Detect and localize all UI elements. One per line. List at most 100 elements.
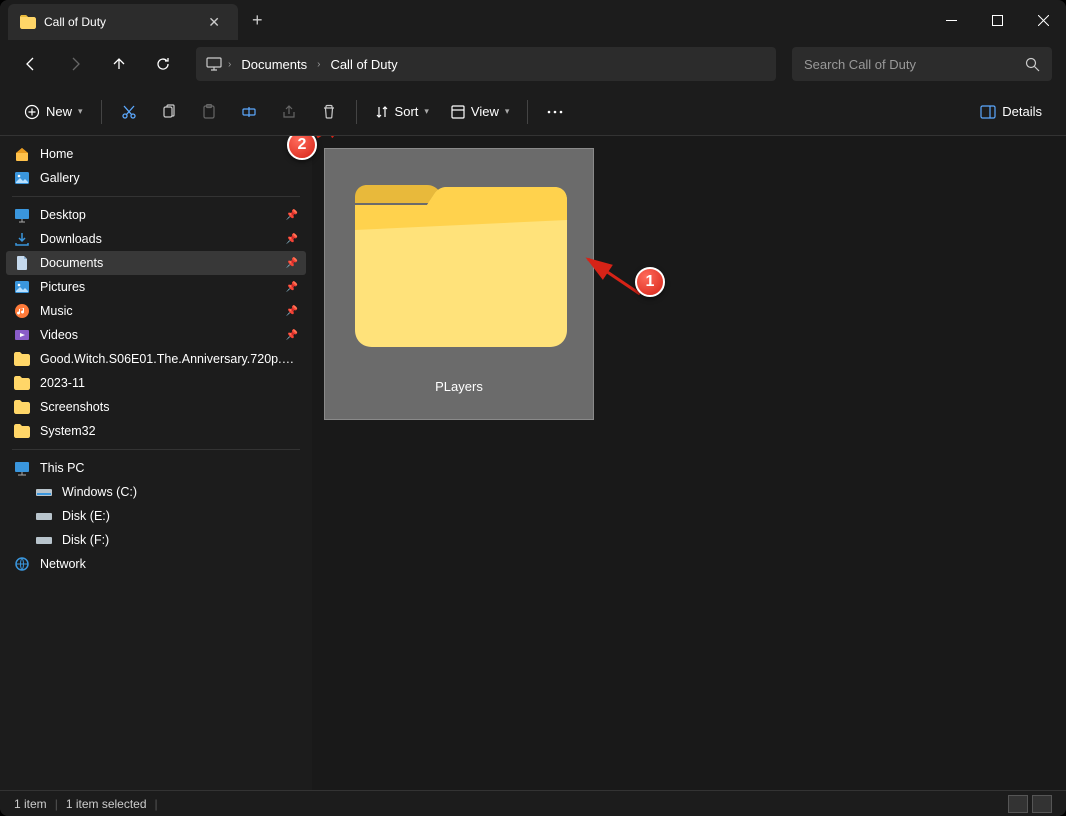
pin-icon: 📌 xyxy=(286,330,298,341)
network-icon xyxy=(14,556,30,572)
sidebar-item-gallery[interactable]: Gallery xyxy=(0,166,312,190)
close-button[interactable] xyxy=(1020,0,1066,40)
pin-icon: 📌 xyxy=(286,258,298,269)
chevron-down-icon: ▾ xyxy=(505,106,510,117)
pictures-icon xyxy=(14,279,30,295)
annotation-badge-2: 2 xyxy=(287,136,317,160)
new-label: New xyxy=(46,104,72,119)
folder-icon xyxy=(14,423,30,439)
pin-icon: 📌 xyxy=(286,234,298,245)
status-count: 1 item xyxy=(14,797,47,811)
sidebar-item-drive-e[interactable]: Disk (E:) xyxy=(0,504,312,528)
maximize-button[interactable] xyxy=(974,0,1020,40)
scissors-icon xyxy=(121,104,137,120)
sidebar-item-documents[interactable]: Documents 📌 xyxy=(6,251,306,275)
divider xyxy=(12,449,300,450)
status-selected: 1 item selected xyxy=(66,797,147,811)
sidebar-item-home[interactable]: Home xyxy=(0,142,312,166)
share-button[interactable] xyxy=(270,95,308,129)
back-button[interactable] xyxy=(14,47,48,81)
sort-label: Sort xyxy=(395,104,419,119)
content-area[interactable]: PLayers 1 2 xyxy=(312,136,1066,790)
view-list-button[interactable] xyxy=(1008,795,1028,813)
navigation-bar: › Documents › Call of Duty xyxy=(0,40,1066,88)
minimize-button[interactable] xyxy=(928,0,974,40)
sidebar-item-drive-f[interactable]: Disk (F:) xyxy=(0,528,312,552)
sort-button[interactable]: Sort ▾ xyxy=(365,95,439,129)
up-button[interactable] xyxy=(102,47,136,81)
view-button[interactable]: View ▾ xyxy=(441,95,519,129)
videos-icon xyxy=(14,327,30,343)
pin-icon: 📌 xyxy=(286,306,298,317)
share-icon xyxy=(281,104,297,120)
divider xyxy=(356,100,357,124)
chevron-down-icon: ▾ xyxy=(78,106,83,117)
folder-item-players[interactable]: PLayers xyxy=(324,148,594,420)
divider xyxy=(12,196,300,197)
sidebar-item-videos[interactable]: Videos 📌 xyxy=(0,323,312,347)
navigation-sidebar: Home Gallery Desktop 📌 Downloads 📌 Docum… xyxy=(0,136,312,790)
chevron-down-icon: ▾ xyxy=(424,106,429,117)
home-icon xyxy=(14,146,30,162)
address-bar[interactable]: › Documents › Call of Duty xyxy=(196,47,776,81)
sidebar-item-thispc[interactable]: This PC xyxy=(0,456,312,480)
sort-icon xyxy=(375,105,389,119)
sidebar-item-folder[interactable]: System32 xyxy=(0,419,312,443)
copy-button[interactable] xyxy=(150,95,188,129)
sidebar-item-folder[interactable]: 2023-11 xyxy=(0,371,312,395)
sidebar-item-music[interactable]: Music 📌 xyxy=(0,299,312,323)
breadcrumb-documents[interactable]: Documents xyxy=(237,55,311,74)
sidebar-item-drive-c[interactable]: Windows (C:) xyxy=(0,480,312,504)
search-input[interactable] xyxy=(804,57,1025,72)
more-button[interactable] xyxy=(536,95,574,129)
details-button[interactable]: Details xyxy=(970,95,1052,129)
new-tab-button[interactable]: + xyxy=(238,10,277,31)
folder-icon xyxy=(14,375,30,391)
sidebar-item-downloads[interactable]: Downloads 📌 xyxy=(0,227,312,251)
divider: | xyxy=(155,797,158,811)
view-grid-button[interactable] xyxy=(1032,795,1052,813)
folder-icon xyxy=(14,399,30,415)
refresh-button[interactable] xyxy=(146,47,180,81)
breadcrumb-current[interactable]: Call of Duty xyxy=(326,55,401,74)
gallery-icon xyxy=(14,170,30,186)
pin-icon: 📌 xyxy=(286,210,298,221)
annotation-badge-1: 1 xyxy=(635,267,665,297)
sidebar-item-folder[interactable]: Good.Witch.S06E01.The.Anniversary.720p.A… xyxy=(0,347,312,371)
forward-button[interactable] xyxy=(58,47,92,81)
tab-title: Call of Duty xyxy=(44,15,194,29)
sidebar-item-pictures[interactable]: Pictures 📌 xyxy=(0,275,312,299)
pc-icon xyxy=(14,460,30,476)
tab-close-button[interactable]: ✕ xyxy=(202,12,226,33)
folder-icon xyxy=(347,175,572,355)
view-label: View xyxy=(471,104,499,119)
sidebar-item-network[interactable]: Network xyxy=(0,552,312,576)
chevron-right-icon: › xyxy=(228,59,231,70)
plus-circle-icon xyxy=(24,104,40,120)
sidebar-item-desktop[interactable]: Desktop 📌 xyxy=(0,203,312,227)
rename-icon xyxy=(241,104,257,120)
sidebar-item-folder[interactable]: Screenshots xyxy=(0,395,312,419)
window-tab[interactable]: Call of Duty ✕ xyxy=(8,4,238,40)
search-icon[interactable] xyxy=(1025,57,1040,72)
search-bar[interactable] xyxy=(792,47,1052,81)
cut-button[interactable] xyxy=(110,95,148,129)
new-button[interactable]: New ▾ xyxy=(14,95,93,129)
downloads-icon xyxy=(14,231,30,247)
copy-icon xyxy=(161,104,177,120)
rename-button[interactable] xyxy=(230,95,268,129)
status-bar: 1 item | 1 item selected | xyxy=(0,790,1066,816)
ellipsis-icon xyxy=(547,110,563,114)
drive-icon xyxy=(36,532,52,548)
delete-button[interactable] xyxy=(310,95,348,129)
documents-icon xyxy=(14,255,30,271)
paste-button[interactable] xyxy=(190,95,228,129)
view-icon xyxy=(451,105,465,119)
drive-icon xyxy=(36,508,52,524)
details-label: Details xyxy=(1002,104,1042,119)
folder-icon xyxy=(20,15,36,29)
divider xyxy=(101,100,102,124)
title-bar: Call of Duty ✕ + xyxy=(0,0,1066,40)
divider: | xyxy=(55,797,58,811)
annotation-arrow-2 xyxy=(314,136,354,142)
